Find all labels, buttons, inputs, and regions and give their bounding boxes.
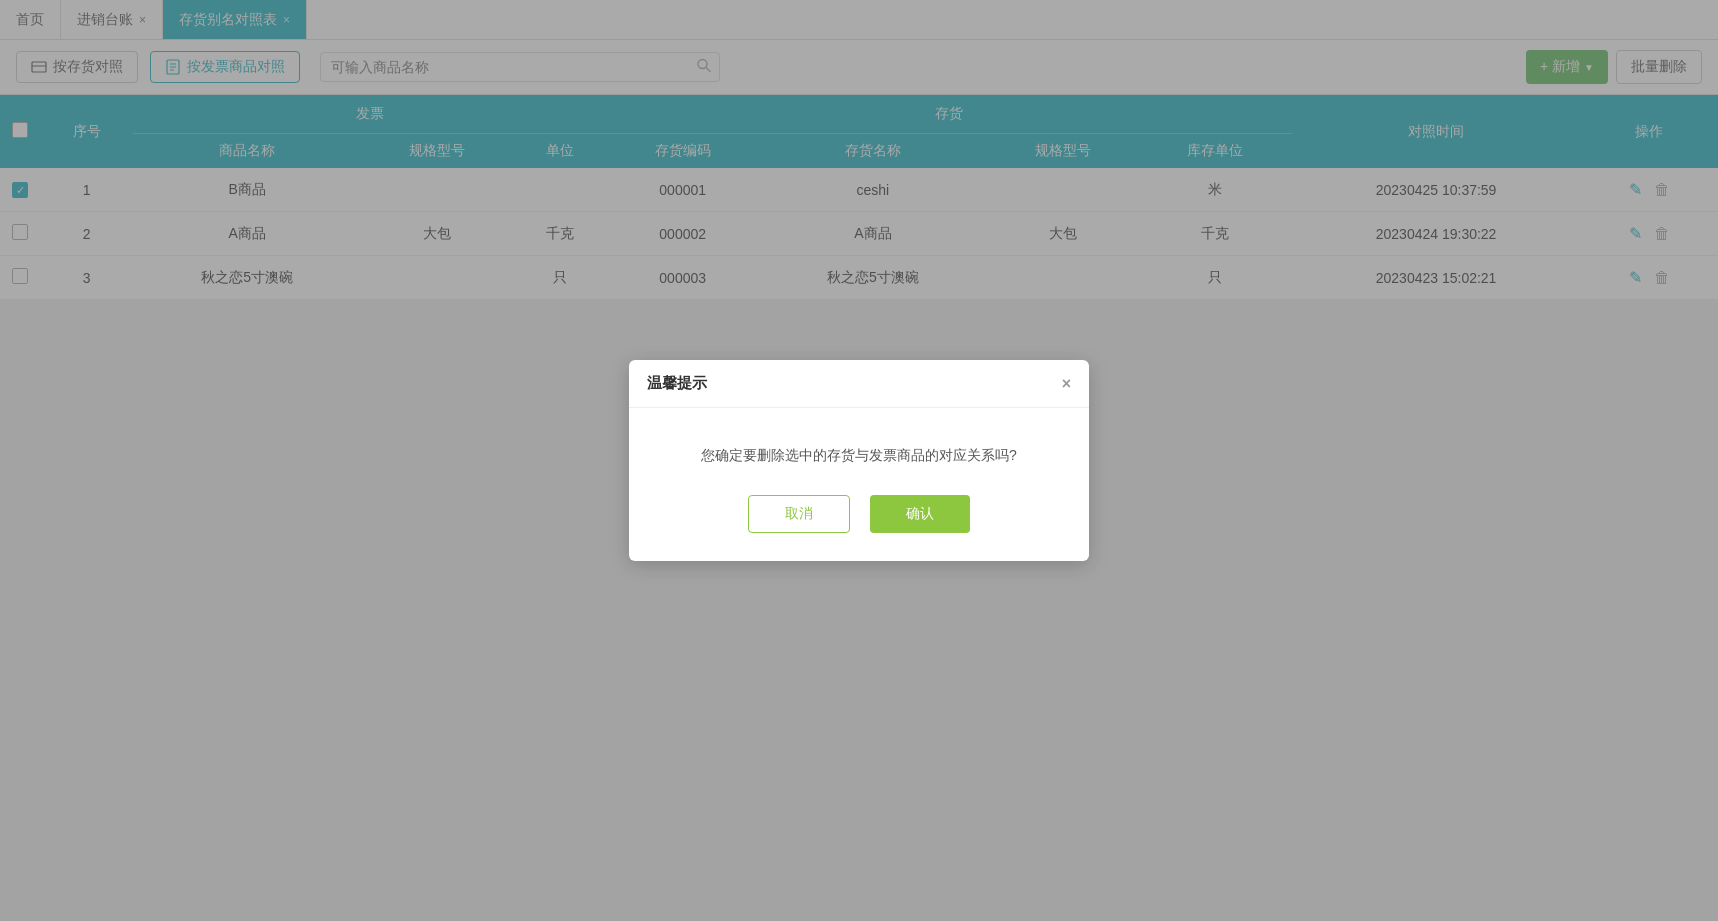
modal-overlay: 温馨提示 × 您确定要删除选中的存货与发票商品的对应关系吗? 取消 确认 — [0, 0, 1718, 300]
